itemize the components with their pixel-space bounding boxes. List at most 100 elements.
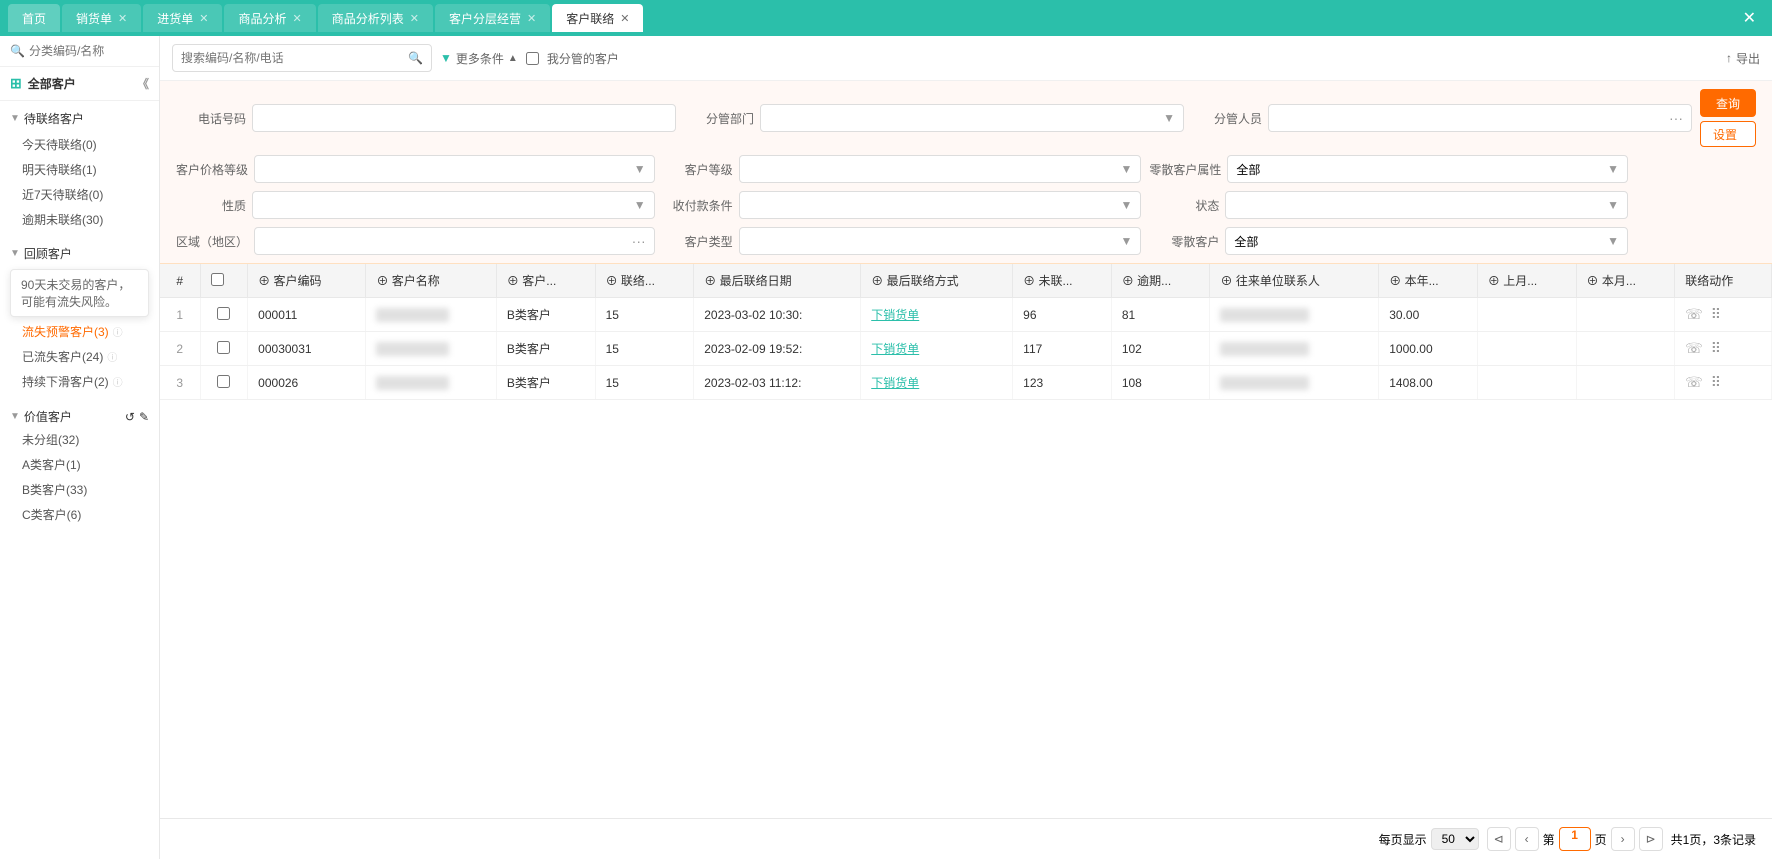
col-this-year[interactable]: ⊕ 本年... (1379, 264, 1478, 298)
my-customers-toggle[interactable]: 我分管的客户 (526, 50, 619, 67)
cell-last-way[interactable]: 下销货单 (861, 332, 1013, 366)
filter-nature-select[interactable]: ▼ (252, 191, 655, 219)
filter-retail-customer-select[interactable]: 全部 ▼ (1225, 227, 1628, 255)
sidebar-item-today[interactable]: 今天待联络(0) (0, 132, 159, 157)
sidebar-item-7days[interactable]: 近7天待联络(0) (0, 182, 159, 207)
filter-status-select[interactable]: ▼ (1225, 191, 1628, 219)
cell-last-way[interactable]: 下销货单 (861, 366, 1013, 400)
action-phone-icon[interactable]: ☏ (1685, 340, 1703, 357)
tab-purchase[interactable]: 进货单 ✕ (143, 4, 222, 32)
first-page-btn[interactable]: ⊲ (1487, 827, 1511, 851)
settings-button[interactable]: 设置 (1700, 121, 1756, 147)
filter-manager-input[interactable]: ··· (1268, 104, 1692, 132)
sidebar-group-pending-header[interactable]: ▼ 待联络客户 (0, 105, 159, 132)
filter-nature: 性质 ▼ (176, 191, 655, 219)
filter-dept-select[interactable]: ▼ (760, 104, 1184, 132)
sidebar-item-tomorrow[interactable]: 明天待联络(1) (0, 157, 159, 182)
sidebar-item-class-a[interactable]: A类客户(1) (0, 452, 159, 477)
row-checkbox[interactable] (217, 307, 230, 320)
collapse-icon[interactable]: 《 (137, 75, 149, 92)
sidebar-item-overdue[interactable]: 逾期未联络(30) (0, 207, 159, 232)
tab-home[interactable]: 首页 (8, 4, 60, 32)
col-name[interactable]: ⊕ 客户名称 (366, 264, 496, 298)
per-page-select[interactable]: 50 (1431, 828, 1479, 850)
my-customers-checkbox[interactable] (526, 52, 539, 65)
filter-retail-attr: 零散客户属性 全部 ▼ (1149, 155, 1628, 183)
filter-phone-input[interactable] (252, 104, 676, 132)
sidebar-item-ungroup[interactable]: 未分组(32) (0, 427, 159, 452)
tab-customer-layer[interactable]: 客户分层经营 ✕ (435, 4, 550, 32)
sidebar-search-input[interactable] (29, 44, 160, 58)
customer-name-blurred: XXXXXXXXX (376, 376, 448, 390)
today-label: 今天待联络(0) (22, 136, 97, 153)
more-icon-region[interactable]: ··· (632, 233, 646, 249)
last-page-btn[interactable]: ⊳ (1639, 827, 1663, 851)
sidebar-item-churned[interactable]: 已流失客户(24) ⓘ (0, 344, 159, 369)
action-more-icon[interactable]: ⠿ (1711, 340, 1721, 357)
tab-analysis-list[interactable]: 商品分析列表 ✕ (318, 4, 433, 32)
col-this-month[interactable]: ⊕ 本月... (1576, 264, 1675, 298)
query-button[interactable]: 查询 (1700, 89, 1756, 117)
tab-purchase-close[interactable]: ✕ (199, 12, 208, 25)
filter-payment-select[interactable]: ▼ (739, 191, 1142, 219)
col-contact[interactable]: ⊕ 联络... (595, 264, 694, 298)
search-submit-icon[interactable]: 🔍 (408, 51, 423, 65)
row-checkbox[interactable] (217, 341, 230, 354)
col-last-month[interactable]: ⊕ 上月... (1477, 264, 1576, 298)
row-checkbox[interactable] (217, 375, 230, 388)
cell-type: B类客户 (496, 332, 595, 366)
col-last-way[interactable]: ⊕ 最后联络方式 (861, 264, 1013, 298)
col-type[interactable]: ⊕ 客户... (496, 264, 595, 298)
last-way-link[interactable]: 下销货单 (871, 308, 919, 322)
cell-last-way[interactable]: 下销货单 (861, 298, 1013, 332)
cell-type: B类客户 (496, 366, 595, 400)
more-icon-manager[interactable]: ··· (1669, 110, 1683, 126)
cell-check (200, 298, 248, 332)
sidebar-item-class-b[interactable]: B类客户(33) (0, 477, 159, 502)
col-code[interactable]: ⊕ 客户编码 (248, 264, 366, 298)
filter-customer-level-select[interactable]: ▼ (739, 155, 1142, 183)
sidebar-group-value-header[interactable]: ▼ 价值客户 ↺ ✎ (0, 402, 159, 427)
action-phone-icon[interactable]: ☏ (1685, 306, 1703, 323)
filter-price-level-select[interactable]: ▼ (254, 155, 655, 183)
col-overdue[interactable]: ⊕ 逾期... (1111, 264, 1210, 298)
cell-name: XXXXXXXXX (366, 332, 496, 366)
tab-customer-connect-close[interactable]: ✕ (620, 12, 629, 25)
tab-sales-close[interactable]: ✕ (118, 12, 127, 25)
tab-analysis-close[interactable]: ✕ (293, 12, 302, 25)
filter-customer-type-select[interactable]: ▼ (739, 227, 1142, 255)
sidebar-item-declining[interactable]: 持续下滑客户(2) ⓘ (0, 369, 159, 394)
col-last-date[interactable]: ⊕ 最后联络日期 (694, 264, 861, 298)
sidebar-all-customers[interactable]: ⊞ 全部客户 《 (0, 67, 159, 101)
last-way-link[interactable]: 下销货单 (871, 376, 919, 390)
tab-customer-layer-close[interactable]: ✕ (527, 12, 536, 25)
sidebar-item-churn-warning[interactable]: 流失预警客户(3) ⓘ (0, 319, 159, 344)
tab-analysis-list-close[interactable]: ✕ (410, 12, 419, 25)
refresh-icon[interactable]: ↺ (125, 410, 135, 424)
search-input[interactable] (181, 51, 404, 65)
col-code-sort: ⊕ (258, 274, 270, 288)
prev-page-btn[interactable]: ‹ (1515, 827, 1539, 851)
sidebar-item-class-c[interactable]: C类客户(6) (0, 502, 159, 527)
col-no-contact[interactable]: ⊕ 未联... (1013, 264, 1112, 298)
filter-toggle[interactable]: ▼ 更多条件 ▲ (440, 50, 518, 67)
select-all-checkbox[interactable] (211, 273, 224, 286)
export-button[interactable]: ↑ 导出 (1726, 50, 1760, 67)
tab-customer-connect[interactable]: 客户联络 ✕ (552, 4, 643, 32)
col-contact-person[interactable]: ⊕ 往来单位联系人 (1210, 264, 1379, 298)
current-page[interactable]: 1 (1559, 827, 1591, 851)
edit-icons: ↺ ✎ (125, 410, 149, 424)
filter-region-input[interactable]: ··· (254, 227, 655, 255)
action-phone-icon[interactable]: ☏ (1685, 374, 1703, 391)
action-more-icon[interactable]: ⠿ (1711, 306, 1721, 323)
last-way-link[interactable]: 下销货单 (871, 342, 919, 356)
filter-retail-attr-select[interactable]: 全部 ▼ (1227, 155, 1628, 183)
tab-sales[interactable]: 销货单 ✕ (62, 4, 141, 32)
tab-analysis[interactable]: 商品分析 ✕ (224, 4, 315, 32)
sidebar-group-review-header[interactable]: ▼ 回顾客户 (0, 240, 159, 267)
close-all-tabs[interactable]: ✕ (1735, 4, 1764, 32)
action-more-icon[interactable]: ⠿ (1711, 374, 1721, 391)
next-page-btn[interactable]: › (1611, 827, 1635, 851)
edit-icon[interactable]: ✎ (139, 410, 149, 424)
cell-this-year: 30.00 (1379, 298, 1478, 332)
